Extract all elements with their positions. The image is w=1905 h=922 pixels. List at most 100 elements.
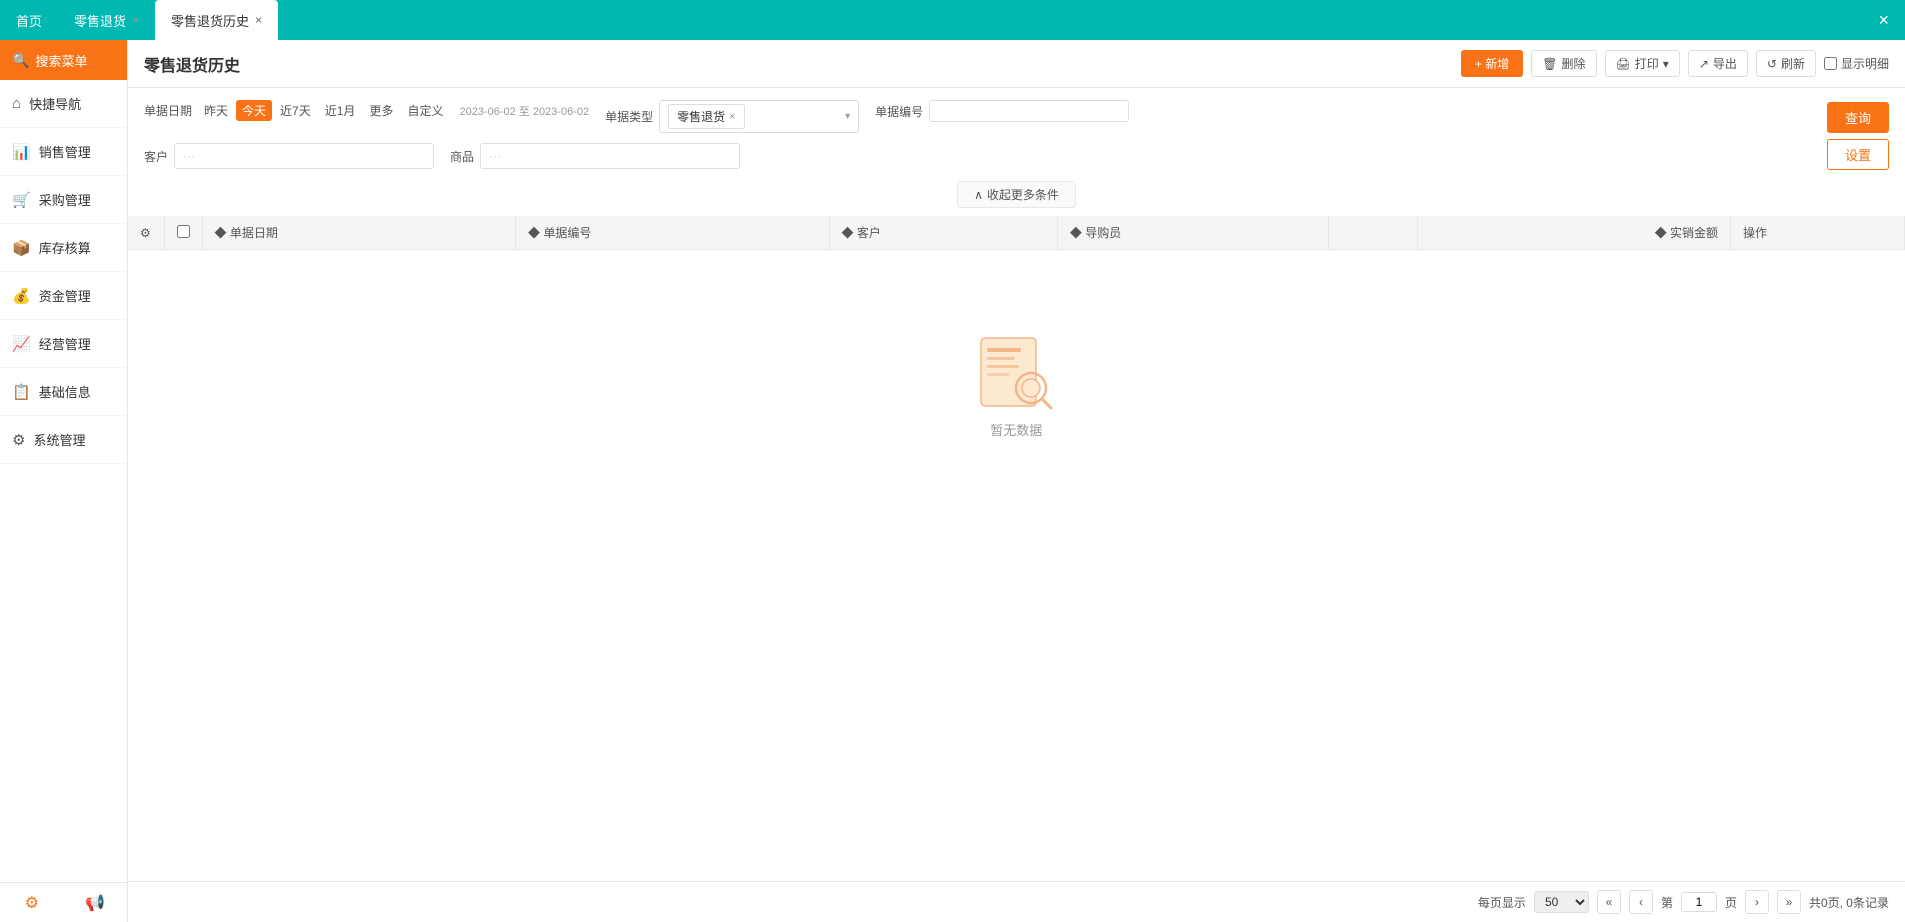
page-end-label: 页 <box>1725 894 1737 911</box>
tab-list: 首页 零售退货 × 零售退货历史 × <box>0 0 1862 40</box>
export-button[interactable]: ↗ 导出 <box>1688 50 1748 77</box>
page-number-input[interactable] <box>1681 892 1717 912</box>
sidebar-item-inventory[interactable]: 📦 库存核算 <box>0 224 127 272</box>
voucher-number-input[interactable] <box>929 100 1129 122</box>
collapse-icon: ∧ <box>974 188 983 202</box>
sidebar-sales-label: 销售管理 <box>39 142 91 161</box>
sidebar: 🔍 搜索菜单 ⌂ 快捷导航 📊 销售管理 🛒 采购管理 📦 库存核算 💰 <box>0 40 128 922</box>
first-page-button[interactable]: « <box>1597 890 1621 914</box>
table-header-row: ⚙ ◆ 单据日期 ◆ 单据编号 ◆ 客户 <box>128 216 1905 250</box>
add-button[interactable]: + 新增 <box>1461 50 1523 77</box>
tab-home[interactable]: 首页 <box>0 0 58 40</box>
prev-page-button[interactable]: ‹ <box>1629 890 1653 914</box>
print-button[interactable]: 🖨 打印 ▾ <box>1605 50 1680 77</box>
empty-row: 暂无数据 <box>128 250 1905 520</box>
sidebar-bottom: ⚙ 📢 <box>0 882 127 922</box>
sidebar-item-system-mgmt[interactable]: ⚙ 系统管理 <box>0 416 127 464</box>
sidebar-menu: ⌂ 快捷导航 📊 销售管理 🛒 采购管理 📦 库存核算 💰 资金管理 📈 <box>0 80 127 882</box>
sidebar-gear-button[interactable]: ⚙ <box>0 883 64 922</box>
sales-icon: 📊 <box>12 143 31 161</box>
date-btn-today[interactable]: 今天 <box>236 100 272 121</box>
top-bar: 首页 零售退货 × 零售退货历史 × × <box>0 0 1905 40</box>
customer-input[interactable]: ··· <box>174 143 434 169</box>
table-settings-icon[interactable]: ⚙ <box>140 226 151 240</box>
goods-input[interactable]: ··· <box>480 143 740 169</box>
delete-icon: 🗑 <box>1542 57 1557 71</box>
query-button[interactable]: 查询 <box>1827 102 1889 133</box>
sidebar-item-sales-mgmt[interactable]: 📊 销售管理 <box>0 128 127 176</box>
finance-icon: 💰 <box>12 287 31 305</box>
table-body: 暂无数据 <box>128 250 1905 520</box>
goods-label: 商品 <box>450 148 474 165</box>
tab-retail-return[interactable]: 零售退货 × <box>58 0 155 40</box>
print-label: 打印 <box>1635 55 1659 72</box>
voucher-date-label: 单据日期 <box>144 102 192 119</box>
tab-retail-return-history[interactable]: 零售退货历史 × <box>155 0 278 40</box>
voucher-type-select[interactable]: 零售退货 × ▾ <box>659 100 859 133</box>
sidebar-item-purchase-mgmt[interactable]: 🛒 采购管理 <box>0 176 127 224</box>
voucher-number-label: 单据编号 <box>875 103 923 120</box>
filter-row-1: 单据日期 昨天 今天 近7天 近1月 更多 自定义 2023-06-02 至 2… <box>144 100 1811 133</box>
filter-row-2: 客户 ··· 商品 ··· <box>144 143 1811 169</box>
select-all-checkbox[interactable] <box>177 225 190 238</box>
date-btn-more[interactable]: 更多 <box>363 100 399 121</box>
sidebar-item-quick-nav[interactable]: ⌂ 快捷导航 <box>0 80 127 128</box>
basic-info-icon: 📋 <box>12 383 31 401</box>
purchase-icon: 🛒 <box>12 191 31 209</box>
total-info: 共0页, 0条记录 <box>1809 894 1889 911</box>
filter-main-row: 单据日期 昨天 今天 近7天 近1月 更多 自定义 2023-06-02 至 2… <box>144 100 1889 177</box>
collapse-filters-button[interactable]: ∧ 收起更多条件 <box>957 181 1076 208</box>
sidebar-item-operations[interactable]: 📈 经营管理 <box>0 320 127 368</box>
goods-group: 商品 ··· <box>450 143 740 169</box>
filter-settings-button[interactable]: 设置 <box>1827 139 1889 170</box>
filter-area: 单据日期 昨天 今天 近7天 近1月 更多 自定义 2023-06-02 至 2… <box>128 88 1905 216</box>
th-settings: ⚙ <box>128 216 164 250</box>
search-icon: 🔍 <box>12 52 29 69</box>
page-size-select[interactable]: 10 20 50 100 <box>1534 891 1589 913</box>
th-amount: ◆ 实销金额 <box>1417 216 1731 250</box>
date-btn-1month[interactable]: 近1月 <box>319 100 362 121</box>
sidebar-basic-info-label: 基础信息 <box>39 382 91 401</box>
tab-retail-return-history-close[interactable]: × <box>255 13 262 27</box>
home-icon: ⌂ <box>12 95 21 112</box>
sidebar-quick-nav-label: 快捷导航 <box>29 94 81 113</box>
date-btn-yesterday[interactable]: 昨天 <box>198 100 234 121</box>
th-customer-label: ◆ 客户 <box>842 226 881 240</box>
customer-placeholder: ··· <box>183 149 195 163</box>
th-customer: ◆ 客户 <box>829 216 1057 250</box>
tab-retail-return-close[interactable]: × <box>132 13 139 27</box>
page-label: 第 <box>1661 894 1673 911</box>
voucher-type-close[interactable]: × <box>729 111 735 123</box>
export-icon: ↗ <box>1699 57 1709 71</box>
refresh-button[interactable]: ↺ 刷新 <box>1756 50 1816 77</box>
voucher-type-label: 单据类型 <box>605 108 653 125</box>
next-page-button[interactable]: › <box>1745 890 1769 914</box>
sidebar-finance-label: 资金管理 <box>39 286 91 305</box>
main-layout: 🔍 搜索菜单 ⌂ 快捷导航 📊 销售管理 🛒 采购管理 📦 库存核算 💰 <box>0 40 1905 922</box>
date-btn-custom[interactable]: 自定义 <box>401 100 449 121</box>
voucher-type-tag: 零售退货 × <box>668 104 744 129</box>
window-close-button[interactable]: × <box>1862 10 1905 31</box>
pagination-bar: 每页显示 10 20 50 100 « ‹ 第 页 › » 共0页, 0条记录 <box>128 881 1905 922</box>
th-checkbox <box>164 216 202 250</box>
delete-button[interactable]: 🗑 删除 <box>1531 50 1596 77</box>
show-detail-checkbox[interactable]: 显示明细 <box>1824 55 1889 72</box>
sidebar-speaker-button[interactable]: 📢 <box>64 883 128 922</box>
voucher-date-group: 单据日期 昨天 今天 近7天 近1月 更多 自定义 2023-06-02 至 2… <box>144 100 589 121</box>
data-table: ⚙ ◆ 单据日期 ◆ 单据编号 ◆ 客户 <box>128 216 1905 519</box>
th-voucher-date-label: ◆ 单据日期 <box>215 226 278 240</box>
sidebar-purchase-label: 采购管理 <box>39 190 91 209</box>
show-detail-label: 显示明细 <box>1841 55 1889 72</box>
sidebar-item-finance[interactable]: 💰 资金管理 <box>0 272 127 320</box>
sidebar-search[interactable]: 🔍 搜索菜单 <box>0 40 127 80</box>
date-btn-7days[interactable]: 近7天 <box>274 100 317 121</box>
sidebar-item-basic-info[interactable]: 📋 基础信息 <box>0 368 127 416</box>
operations-icon: 📈 <box>12 335 31 353</box>
inventory-icon: 📦 <box>12 239 31 257</box>
show-detail-input[interactable] <box>1824 57 1837 70</box>
th-spacer <box>1328 216 1417 250</box>
th-guide-label: ◆ 导购员 <box>1070 226 1121 240</box>
sidebar-inventory-label: 库存核算 <box>39 238 91 257</box>
customer-label: 客户 <box>144 148 168 165</box>
last-page-button[interactable]: » <box>1777 890 1801 914</box>
